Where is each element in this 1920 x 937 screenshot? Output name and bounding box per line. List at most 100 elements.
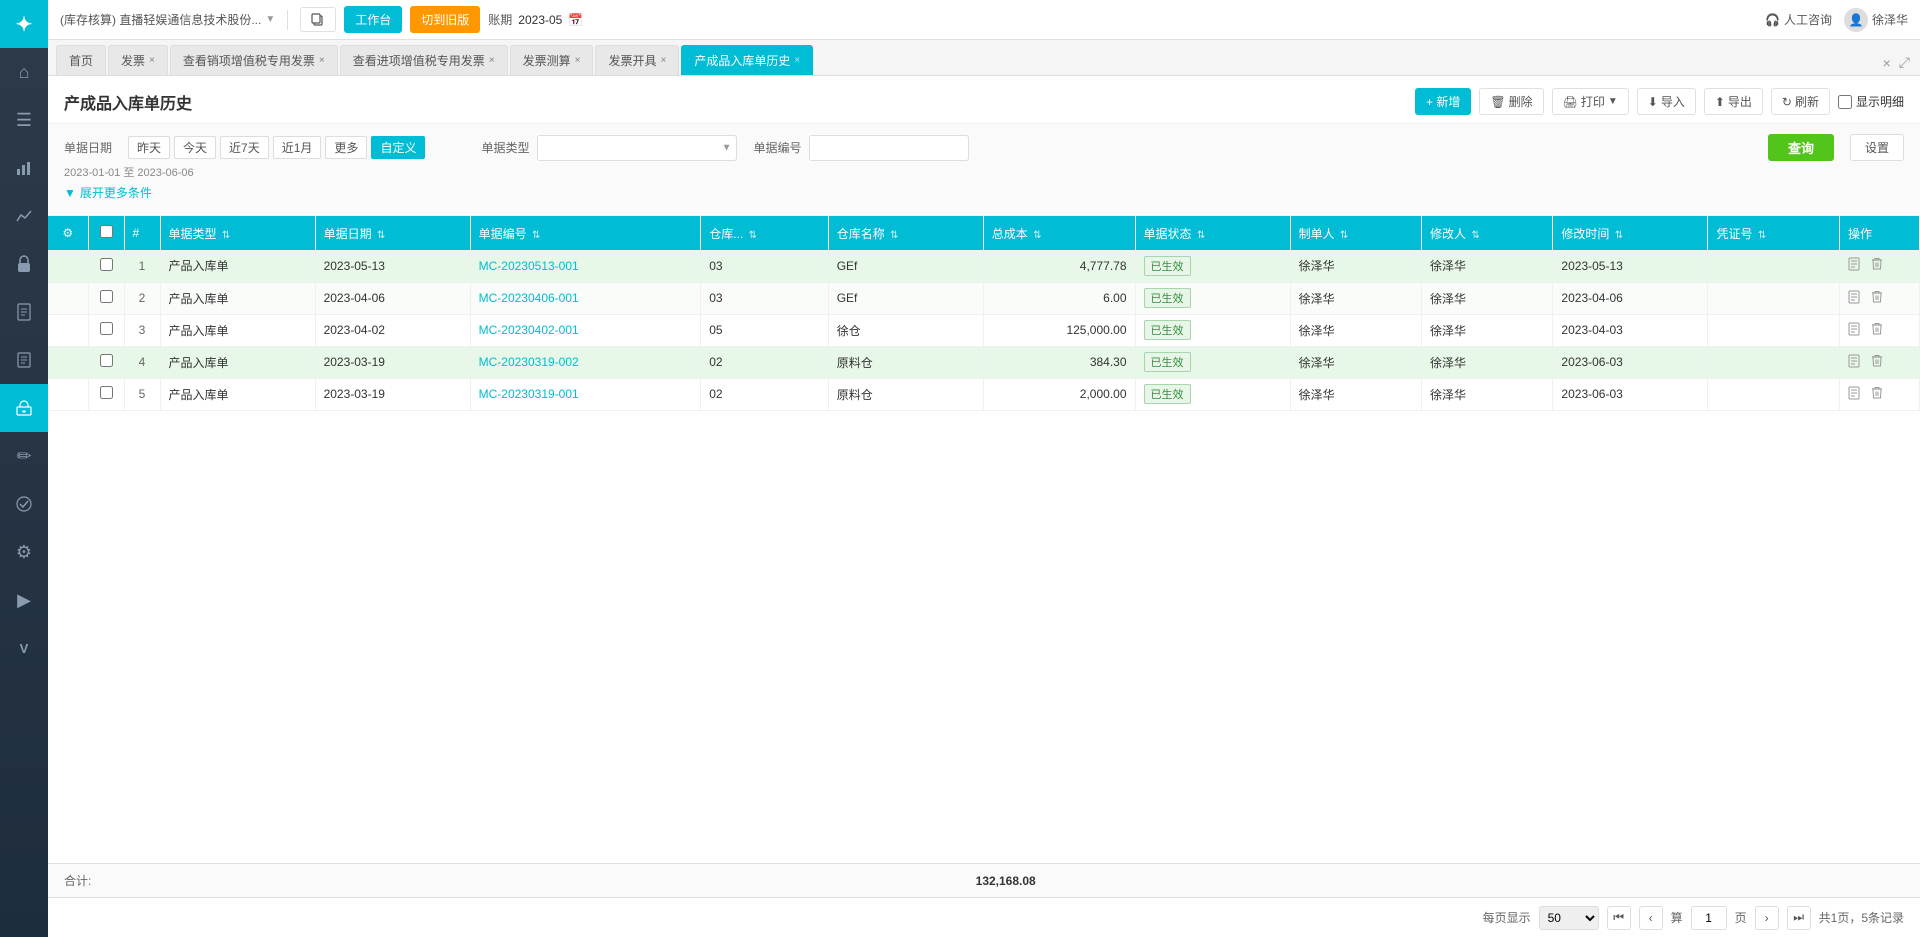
row-number-link[interactable]: MC-20230319-001 bbox=[479, 387, 579, 401]
row-checkbox-cell[interactable] bbox=[88, 250, 124, 282]
sidebar-item-ledger[interactable] bbox=[0, 288, 48, 336]
th-checkbox[interactable] bbox=[88, 216, 124, 250]
th-type[interactable]: 单据类型 ⇅ bbox=[160, 216, 315, 250]
sidebar-item-analytics[interactable] bbox=[0, 192, 48, 240]
sidebar-item-lock[interactable] bbox=[0, 240, 48, 288]
row-number-link[interactable]: MC-20230319-002 bbox=[479, 355, 579, 369]
tab-sales-vat[interactable]: 查看销项增值税专用发票 × bbox=[170, 45, 338, 75]
sidebar-item-chart[interactable] bbox=[0, 144, 48, 192]
row-checkbox-cell[interactable] bbox=[88, 346, 124, 378]
delete-row-icon[interactable] bbox=[1870, 386, 1884, 403]
number-filter-input[interactable] bbox=[809, 135, 969, 161]
row-checkbox-cell[interactable] bbox=[88, 378, 124, 410]
sidebar-item-settings[interactable]: ⚙ bbox=[0, 528, 48, 576]
sidebar-item-inventory[interactable] bbox=[0, 384, 48, 432]
th-creator[interactable]: 制单人 ⇅ bbox=[1290, 216, 1421, 250]
row-checkbox[interactable] bbox=[100, 354, 113, 367]
export-btn[interactable]: ⬆ 导出 bbox=[1704, 88, 1763, 115]
tab-invoice[interactable]: 发票 × bbox=[108, 45, 168, 75]
row-number[interactable]: MC-20230513-001 bbox=[470, 250, 701, 282]
th-status[interactable]: 单据状态 ⇅ bbox=[1135, 216, 1290, 250]
row-checkbox[interactable] bbox=[100, 322, 113, 335]
per-page-select[interactable]: 50 10 20 100 bbox=[1539, 906, 1599, 930]
tab-open-close-icon[interactable]: × bbox=[660, 55, 666, 66]
sidebar-item-stamp[interactable]: ✏ bbox=[0, 432, 48, 480]
switch-version-btn[interactable]: 切到旧版 bbox=[410, 6, 480, 33]
edit-icon[interactable] bbox=[1848, 257, 1862, 274]
copy-btn[interactable] bbox=[300, 7, 336, 32]
edit-icon[interactable] bbox=[1848, 386, 1862, 403]
prev-page-btn[interactable]: ‹ bbox=[1639, 906, 1663, 930]
row-checkbox[interactable] bbox=[100, 258, 113, 271]
row-checkbox-cell[interactable] bbox=[88, 282, 124, 314]
row-number[interactable]: MC-20230319-002 bbox=[470, 346, 701, 378]
row-checkbox[interactable] bbox=[100, 290, 113, 303]
row-number[interactable]: MC-20230319-001 bbox=[470, 378, 701, 410]
type-filter-select[interactable]: 产品入库单 bbox=[537, 135, 737, 161]
edit-icon[interactable] bbox=[1848, 354, 1862, 371]
tab-open[interactable]: 发票开具 × bbox=[595, 45, 679, 75]
last7days-btn[interactable]: 近7天 bbox=[220, 136, 269, 159]
delete-row-icon[interactable] bbox=[1870, 290, 1884, 307]
yesterday-btn[interactable]: 昨天 bbox=[128, 136, 170, 159]
expand-more-btn[interactable]: ▼ 展开更多条件 bbox=[64, 180, 1904, 205]
set-btn[interactable]: 设置 bbox=[1850, 134, 1904, 161]
more-date-btn[interactable]: 更多 bbox=[325, 136, 367, 159]
tab-sales-vat-close-icon[interactable]: × bbox=[319, 55, 325, 66]
company-selector[interactable]: (库存核算) 直播轻娱通信息技术股份... ▼ bbox=[60, 11, 275, 28]
first-page-btn[interactable]: ⏮ bbox=[1607, 906, 1631, 930]
print-btn[interactable]: 🖨 打印 ▼ bbox=[1552, 88, 1629, 115]
last1month-btn[interactable]: 近1月 bbox=[273, 136, 322, 159]
tab-home[interactable]: 首页 bbox=[56, 45, 106, 75]
import-btn[interactable]: ⬇ 导入 bbox=[1637, 88, 1696, 115]
row-number-link[interactable]: MC-20230402-001 bbox=[479, 323, 579, 337]
tab-purchase-vat-close-icon[interactable]: × bbox=[489, 55, 495, 66]
tab-history-close-icon[interactable]: × bbox=[794, 55, 800, 66]
row-checkbox-cell[interactable] bbox=[88, 314, 124, 346]
sidebar-item-home[interactable]: ⌂ bbox=[0, 48, 48, 96]
select-all-checkbox[interactable] bbox=[100, 225, 113, 238]
row-number-link[interactable]: MC-20230406-001 bbox=[479, 291, 579, 305]
delete-btn[interactable]: 🗑 删除 bbox=[1479, 88, 1543, 115]
th-modify-time[interactable]: 修改时间 ⇅ bbox=[1553, 216, 1708, 250]
th-date[interactable]: 单据日期 ⇅ bbox=[315, 216, 470, 250]
row-checkbox[interactable] bbox=[100, 386, 113, 399]
calendar-icon[interactable]: 📅 bbox=[568, 13, 583, 27]
delete-row-icon[interactable] bbox=[1870, 257, 1884, 274]
help-btn[interactable]: 🎧 人工咨询 bbox=[1765, 11, 1832, 28]
sidebar-item-doc[interactable]: ☰ bbox=[0, 96, 48, 144]
tab-invoice-close-icon[interactable]: × bbox=[149, 55, 155, 66]
sidebar-item-video[interactable]: ▶ bbox=[0, 576, 48, 624]
row-number-link[interactable]: MC-20230513-001 bbox=[479, 259, 579, 273]
delete-row-icon[interactable] bbox=[1870, 354, 1884, 371]
new-btn[interactable]: + 新增 bbox=[1415, 88, 1471, 115]
next-page-btn[interactable]: › bbox=[1755, 906, 1779, 930]
tab-calc-close-icon[interactable]: × bbox=[575, 55, 581, 66]
sidebar-item-list[interactable] bbox=[0, 336, 48, 384]
tab-maximize-icon[interactable]: ⤢ bbox=[1897, 52, 1912, 73]
tab-purchase-vat[interactable]: 查看进项增值税专用发票 × bbox=[340, 45, 508, 75]
row-number[interactable]: MC-20230402-001 bbox=[470, 314, 701, 346]
custom-date-btn[interactable]: 自定义 bbox=[371, 136, 425, 159]
refresh-btn[interactable]: ↻ 刷新 bbox=[1771, 88, 1830, 115]
current-page-input[interactable] bbox=[1691, 906, 1727, 930]
th-settings[interactable]: ⚙ bbox=[48, 216, 88, 250]
display-detail-checkbox[interactable] bbox=[1838, 95, 1852, 109]
last-page-btn[interactable]: ⏭ bbox=[1787, 906, 1811, 930]
th-warehouse-code[interactable]: 仓库... ⇅ bbox=[701, 216, 828, 250]
today-btn[interactable]: 今天 bbox=[174, 136, 216, 159]
sidebar-item-approval[interactable] bbox=[0, 480, 48, 528]
tab-close-all-icon[interactable]: × bbox=[1881, 53, 1893, 73]
th-number[interactable]: 单据编号 ⇅ bbox=[470, 216, 701, 250]
th-warehouse-name[interactable]: 仓库名称 ⇅ bbox=[828, 216, 983, 250]
th-voucher[interactable]: 凭证号 ⇅ bbox=[1708, 216, 1840, 250]
th-total-cost[interactable]: 总成本 ⇅ bbox=[983, 216, 1135, 250]
sidebar-item-version[interactable]: V bbox=[0, 624, 48, 672]
edit-icon[interactable] bbox=[1848, 290, 1862, 307]
tab-calc[interactable]: 发票测算 × bbox=[510, 45, 594, 75]
query-btn[interactable]: 查询 bbox=[1768, 134, 1834, 161]
user-menu[interactable]: 👤 徐泽华 bbox=[1844, 8, 1908, 32]
tab-history[interactable]: 产成品入库单历史 × bbox=[681, 45, 813, 75]
row-number[interactable]: MC-20230406-001 bbox=[470, 282, 701, 314]
delete-row-icon[interactable] bbox=[1870, 322, 1884, 339]
